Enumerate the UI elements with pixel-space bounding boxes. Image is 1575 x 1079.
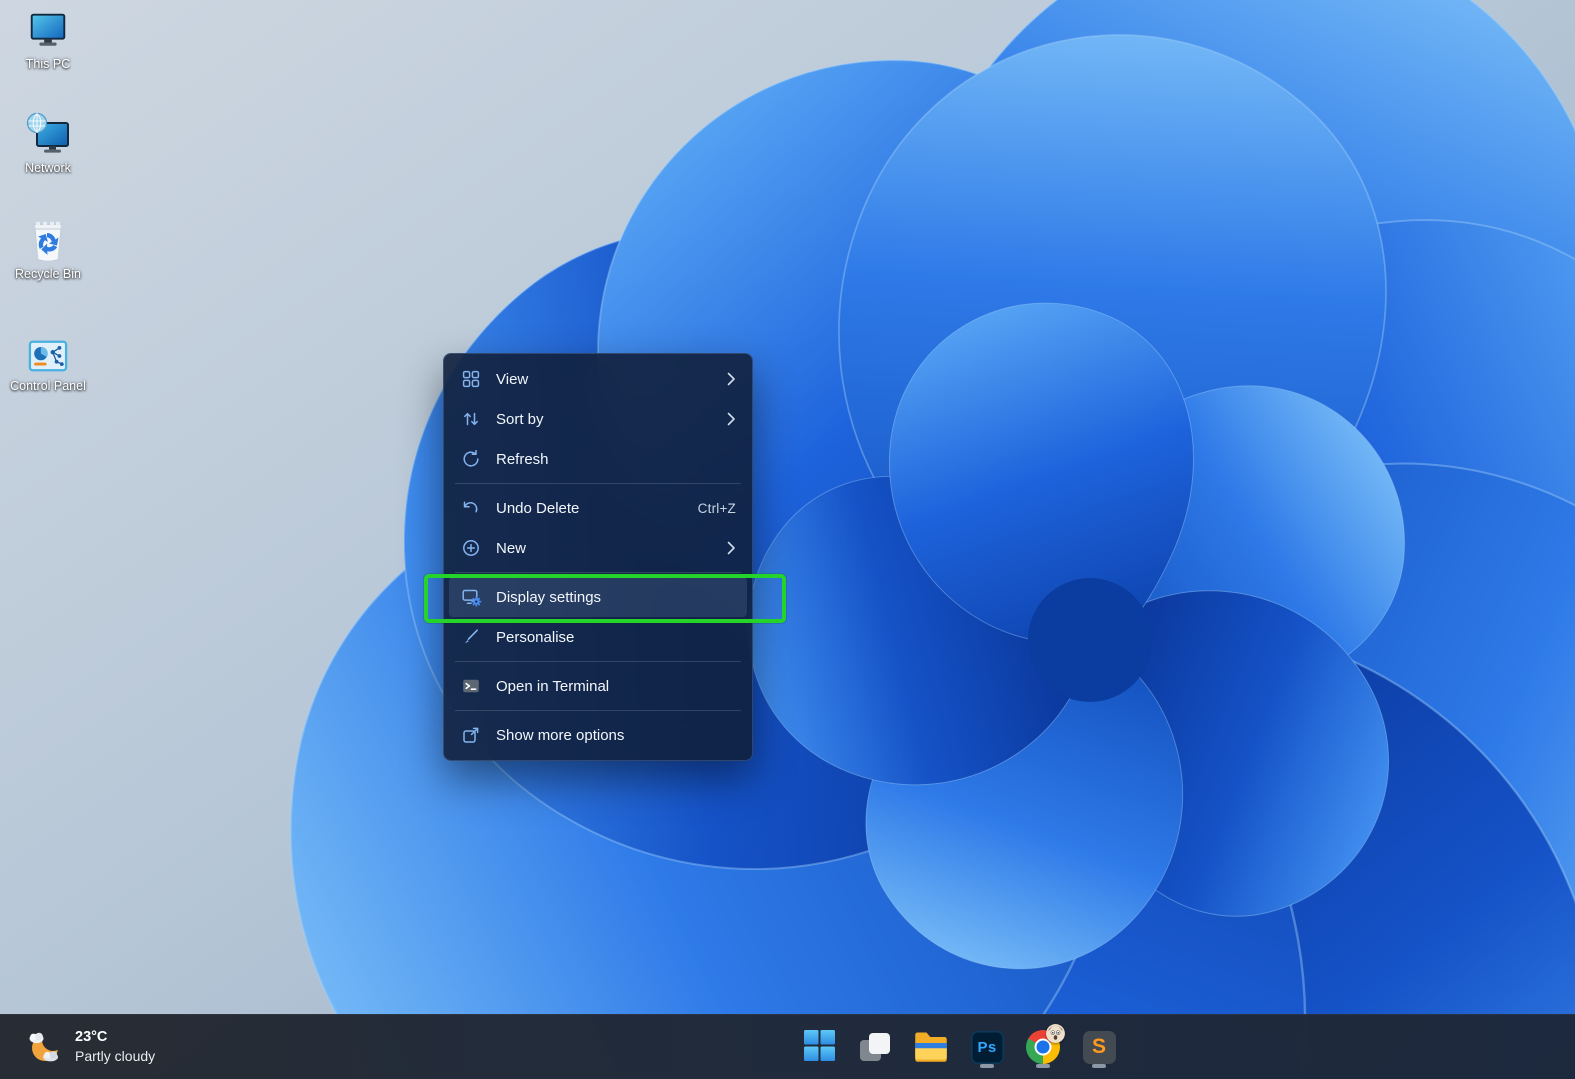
- new-icon: [460, 538, 482, 558]
- menu-item-view[interactable]: View: [449, 359, 747, 399]
- desktop-icon-column: This PC Network: [4, 0, 92, 420]
- photoshop-icon: Ps: [971, 1031, 1004, 1064]
- menu-item-label: Undo Delete: [496, 500, 579, 517]
- view-grid-icon: [460, 369, 482, 389]
- chevron-right-icon: [727, 412, 736, 426]
- menu-item-open-in-terminal[interactable]: Open in Terminal: [449, 666, 747, 706]
- menu-item-label: Show more options: [496, 727, 624, 744]
- desktop-icon-network[interactable]: Network: [4, 110, 92, 175]
- menu-separator: [455, 661, 741, 662]
- control-panel-icon: [4, 328, 92, 376]
- desktop-icon-label: Recycle Bin: [4, 267, 92, 281]
- display-settings-icon: [460, 587, 482, 607]
- running-indicator: [980, 1064, 994, 1068]
- file-explorer-icon: [913, 1030, 949, 1065]
- menu-item-label: Refresh: [496, 451, 549, 468]
- menu-item-label: View: [496, 371, 528, 388]
- running-indicator: [1036, 1064, 1050, 1068]
- desktop-icon-label: Control Panel: [4, 379, 92, 393]
- photoshop-button[interactable]: Ps: [965, 1023, 1009, 1071]
- weather-text: 23°C Partly cloudy: [75, 1028, 155, 1065]
- desktop-icon-control-panel[interactable]: Control Panel: [4, 328, 92, 393]
- this-pc-icon: [4, 6, 92, 54]
- menu-item-shortcut: Ctrl+Z: [698, 501, 736, 516]
- desktop-wallpaper[interactable]: [0, 0, 1575, 1079]
- terminal-icon: [460, 676, 482, 696]
- menu-item-display-settings[interactable]: Display settings: [449, 577, 747, 617]
- sublime-text-icon: S: [1083, 1031, 1116, 1064]
- desktop-icon-recycle-bin[interactable]: Recycle Bin: [4, 216, 92, 281]
- refresh-icon: [460, 449, 482, 469]
- menu-separator: [455, 710, 741, 711]
- weather-condition: Partly cloudy: [75, 1047, 155, 1065]
- menu-separator: [455, 572, 741, 573]
- recycle-bin-icon: [4, 216, 92, 264]
- desktop-icon-this-pc[interactable]: This PC: [4, 6, 92, 71]
- sublime-glyph: S: [1092, 1035, 1106, 1059]
- menu-separator: [455, 483, 741, 484]
- weather-widget[interactable]: 23°C Partly cloudy: [14, 1021, 165, 1073]
- windows-start-icon: [803, 1029, 836, 1065]
- chrome-profile-avatar: [1046, 1024, 1065, 1043]
- menu-item-label: Sort by: [496, 411, 544, 428]
- context-menu: View Sort by Refresh: [443, 353, 753, 761]
- taskbar: 23°C Partly cloudy: [0, 1014, 1575, 1079]
- task-view-button[interactable]: [853, 1023, 897, 1071]
- file-explorer-button[interactable]: [909, 1023, 953, 1071]
- chevron-right-icon: [727, 372, 736, 386]
- desktop-icon-label: Network: [4, 161, 92, 175]
- weather-temperature: 23°C: [75, 1028, 155, 1047]
- running-indicator: [1092, 1064, 1106, 1068]
- sublime-text-button[interactable]: S: [1077, 1023, 1121, 1071]
- show-more-options-icon: [460, 725, 482, 745]
- start-button[interactable]: [797, 1023, 841, 1071]
- menu-item-label: Open in Terminal: [496, 678, 609, 695]
- menu-item-sort-by[interactable]: Sort by: [449, 399, 747, 439]
- menu-item-label: New: [496, 540, 526, 557]
- personalise-brush-icon: [460, 627, 482, 647]
- network-icon: [4, 110, 92, 158]
- menu-item-show-more-options[interactable]: Show more options: [449, 715, 747, 755]
- taskbar-icon-group: Ps: [797, 1015, 1121, 1079]
- menu-item-label: Personalise: [496, 629, 574, 646]
- windows-desktop: This PC Network: [0, 0, 1575, 1079]
- menu-item-undo-delete[interactable]: Undo Delete Ctrl+Z: [449, 488, 747, 528]
- menu-item-new[interactable]: New: [449, 528, 747, 568]
- chrome-button[interactable]: [1021, 1023, 1065, 1071]
- chevron-right-icon: [727, 541, 736, 555]
- chrome-icon: [1026, 1030, 1060, 1064]
- undo-icon: [460, 498, 482, 518]
- menu-item-label: Display settings: [496, 589, 601, 606]
- sort-by-icon: [460, 409, 482, 429]
- task-view-icon: [859, 1031, 891, 1063]
- partly-cloudy-night-icon: [24, 1027, 64, 1067]
- photoshop-glyph: Ps: [978, 1039, 997, 1056]
- menu-item-personalise[interactable]: Personalise: [449, 617, 747, 657]
- menu-item-refresh[interactable]: Refresh: [449, 439, 747, 479]
- desktop-icon-label: This PC: [4, 57, 92, 71]
